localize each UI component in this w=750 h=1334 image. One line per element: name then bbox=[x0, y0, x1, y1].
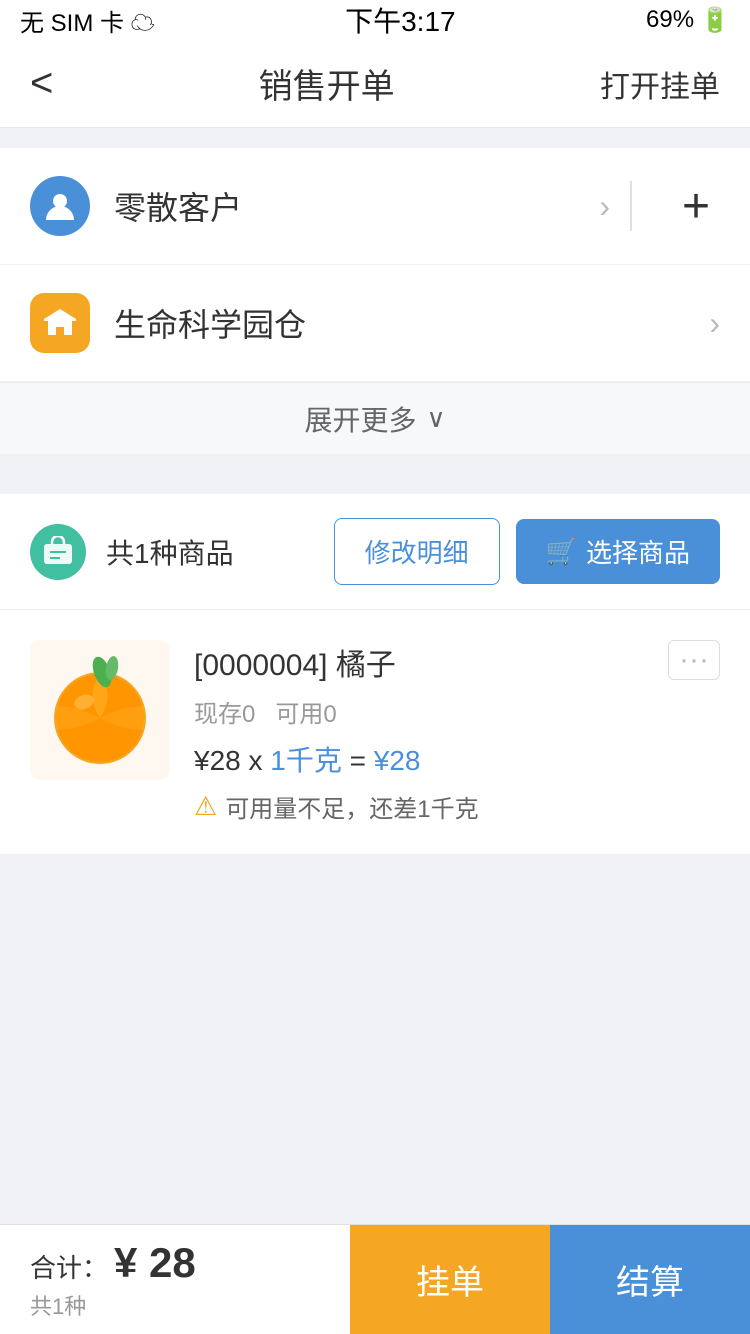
warehouse-icon bbox=[30, 293, 90, 353]
product-more-button[interactable]: ··· bbox=[668, 640, 720, 680]
add-customer-button[interactable]: + bbox=[672, 179, 720, 234]
product-price: ¥28 x 1千克 = ¥28 bbox=[194, 739, 720, 779]
products-section: 共1种商品 修改明细 🛒 选择商品 bbox=[0, 494, 750, 854]
edit-detail-button[interactable]: 修改明细 bbox=[334, 518, 500, 585]
product-stock: 现存0 可用0 bbox=[194, 694, 720, 729]
cart-icon: 🛒 bbox=[546, 536, 578, 567]
warehouse-row[interactable]: 生命科学园仓 › bbox=[0, 265, 750, 382]
status-right: 69% 🔋 bbox=[646, 6, 730, 35]
hold-order-button[interactable]: 挂单 bbox=[350, 1225, 550, 1334]
footer-total-sub: 共1种 bbox=[30, 1289, 320, 1321]
products-header: 共1种商品 修改明细 🛒 选择商品 bbox=[0, 494, 750, 610]
select-product-label: 选择商品 bbox=[586, 533, 690, 570]
separator-1 bbox=[0, 128, 750, 148]
product-info: [0000004] 橘子 ··· 现存0 可用0 ¥28 x 1千克 = ¥28… bbox=[194, 640, 720, 824]
open-hold-button[interactable]: 打开挂单 bbox=[600, 62, 720, 106]
products-count-text: 共1种商品 bbox=[106, 532, 334, 572]
row-divider bbox=[630, 181, 632, 231]
page-title: 销售开单 bbox=[259, 59, 395, 108]
warehouse-row-right: › bbox=[709, 305, 720, 342]
product-item: [0000004] 橘子 ··· 现存0 可用0 ¥28 x 1千克 = ¥28… bbox=[0, 610, 750, 854]
total-price: ¥28 bbox=[374, 745, 421, 776]
expand-more-button[interactable]: 展开更多 ∨ bbox=[0, 382, 750, 454]
product-warning: ⚠ 可用量不足，还差1千克 bbox=[194, 789, 720, 824]
carrier-text: 无 SIM 卡 ☁ bbox=[20, 3, 155, 38]
unit-price: ¥28 bbox=[194, 745, 241, 776]
total-label-text: 合计： bbox=[30, 1248, 108, 1285]
status-time: 下午3:17 bbox=[345, 0, 456, 40]
expand-more-chevron-icon: ∨ bbox=[426, 403, 445, 434]
battery-text: 69% bbox=[646, 6, 694, 34]
product-code: [0000004] bbox=[194, 649, 327, 682]
footer: 合计： ¥ 28 共1种 挂单 结算 bbox=[0, 1224, 750, 1334]
customer-section: 零散客户 › + 生命科学园仓 › bbox=[0, 148, 750, 382]
select-product-button[interactable]: 🛒 选择商品 bbox=[516, 519, 720, 584]
customer-icon bbox=[30, 176, 90, 236]
available-label: 可用0 bbox=[275, 701, 336, 728]
customer-chevron-icon: › bbox=[599, 188, 610, 225]
customer-name: 零散客户 bbox=[114, 183, 599, 229]
footer-total: 合计： ¥ 28 共1种 bbox=[0, 1225, 350, 1334]
quantity: 1千克 bbox=[270, 745, 342, 776]
separator-2 bbox=[0, 454, 750, 474]
product-image bbox=[30, 640, 170, 780]
warning-icon: ⚠ bbox=[194, 791, 217, 822]
status-left: 无 SIM 卡 ☁ bbox=[20, 3, 155, 38]
stock-label: 现存0 bbox=[194, 701, 255, 728]
battery-icon: 🔋 bbox=[700, 6, 730, 35]
warehouse-chevron-icon: › bbox=[709, 305, 720, 342]
customer-row[interactable]: 零散客户 › + bbox=[0, 148, 750, 265]
multiply-sign: x bbox=[249, 745, 271, 776]
products-count-icon bbox=[30, 524, 86, 580]
customer-row-right: › + bbox=[599, 179, 720, 234]
content-space bbox=[0, 854, 750, 1254]
footer-total-amount: ¥ 28 bbox=[114, 1239, 196, 1287]
expand-more-label: 展开更多 bbox=[304, 399, 416, 439]
warning-text: 可用量不足，还差1千克 bbox=[225, 789, 478, 824]
equals-sign: = bbox=[350, 745, 374, 776]
product-title: 橘子 bbox=[336, 649, 396, 682]
status-bar: 无 SIM 卡 ☁ 下午3:17 69% 🔋 bbox=[0, 0, 750, 40]
checkout-button[interactable]: 结算 bbox=[550, 1225, 750, 1334]
nav-bar: < 销售开单 打开挂单 bbox=[0, 40, 750, 128]
footer-total-label: 合计： ¥ 28 bbox=[30, 1239, 320, 1287]
back-button[interactable]: < bbox=[30, 61, 53, 106]
warehouse-name: 生命科学园仓 bbox=[114, 300, 709, 346]
product-name: [0000004] 橘子 bbox=[194, 640, 396, 684]
